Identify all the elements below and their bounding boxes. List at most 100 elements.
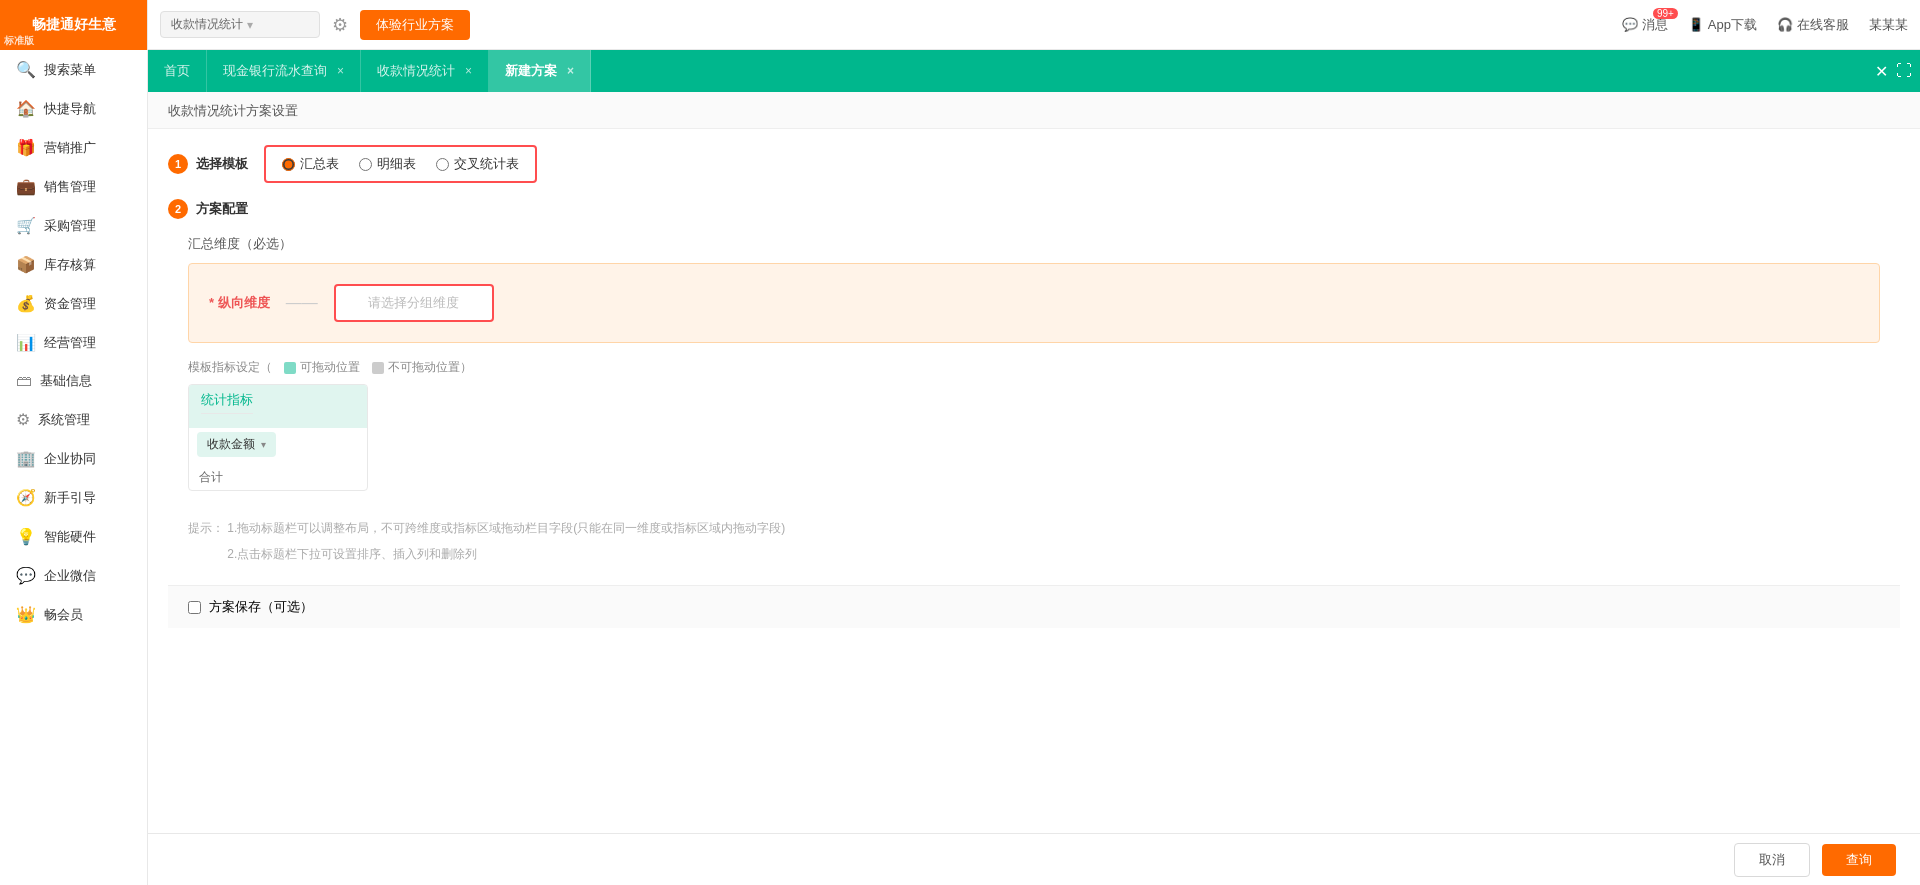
close-tab-icon[interactable]: ✕ [1875,62,1888,81]
step2-row: 2 方案配置 [168,199,1900,219]
tab-receipt-stats[interactable]: 收款情况统计 × [361,50,489,92]
user-name[interactable]: 某某某 [1869,16,1908,34]
logo-text: 畅捷通好生意 [32,16,116,34]
radio-cross-input[interactable] [436,158,449,171]
sidebar-item-label: 采购管理 [44,217,96,235]
radio-detail[interactable]: 明细表 [359,155,416,173]
tab-new-plan-close-icon[interactable]: × [567,64,574,78]
sidebar-item-inventory[interactable]: 📦 库存核算 [0,245,147,284]
sidebar-item-guide[interactable]: 🧭 新手引导 [0,478,147,517]
sidebar-item-label: 搜索菜单 [44,61,96,79]
sidebar-item-marketing[interactable]: 🎁 营销推广 [0,128,147,167]
template-selector: 汇总表 明细表 交叉统计表 [264,145,537,183]
expand-tab-icon[interactable]: ⛶ [1896,62,1912,80]
indicator-settings-label: 模板指标设定（ [188,359,272,376]
config-section: 汇总维度（必选） * 纵向维度 —— 请选择分组维度 模板指标设定（ [168,235,1900,510]
app-download-label: App下载 [1708,16,1757,34]
topbar-right: 💬 消息 99+ 📱 App下载 🎧 在线客服 某某某 [1622,16,1908,34]
sidebar-item-finance[interactable]: 💰 资金管理 [0,284,147,323]
radio-detail-input[interactable] [359,158,372,171]
settings-icon: ⚙ [16,410,30,429]
message-icon: 💬 [1622,17,1638,32]
gift-icon: 🎁 [16,138,36,157]
cancel-button[interactable]: 取消 [1734,843,1810,877]
sidebar-item-label: 系统管理 [38,411,90,429]
version-tag: 标准版 [4,34,34,48]
vertical-dimension-label: * 纵向维度 [209,294,270,312]
page-header: 收款情况统计方案设置 [148,92,1920,129]
radio-summary[interactable]: 汇总表 [282,155,339,173]
industry-button[interactable]: 体验行业方案 [360,10,470,40]
save-checkbox[interactable] [188,601,201,614]
sidebar-logo: 畅捷通好生意 标准版 [0,0,147,50]
tab-new-plan[interactable]: 新建方案 × [489,50,591,92]
sidebar-item-quick-nav[interactable]: 🏠 快捷导航 [0,89,147,128]
movable-indicator: 可拖动位置 [284,359,360,376]
messages-button[interactable]: 💬 消息 99+ [1622,16,1668,34]
radio-group-template: 汇总表 明细表 交叉统计表 [282,155,519,173]
tab-cashflow[interactable]: 现金银行流水查询 × [207,50,361,92]
dimension-select-box[interactable]: 请选择分组维度 [334,284,494,322]
indicators-section: 模板指标设定（ 可拖动位置 不可拖动位置） [188,359,1880,494]
sidebar-item-sales[interactable]: 💼 销售管理 [0,167,147,206]
indicators-header: 模板指标设定（ 可拖动位置 不可拖动位置） [188,359,1880,376]
online-service-button[interactable]: 🎧 在线客服 [1777,16,1849,34]
sidebar-item-label: 销售管理 [44,178,96,196]
cart-icon: 🛒 [16,216,36,235]
page-wrapper: 收款情况统计方案设置 1 选择模板 汇总表 [148,92,1920,885]
not-movable-dot [372,362,384,374]
settings-gear-icon[interactable]: ⚙ [332,14,348,36]
sidebar-item-operation[interactable]: 📊 经营管理 [0,323,147,362]
sidebar-item-wechat[interactable]: 💬 企业微信 [0,556,147,595]
radio-cross[interactable]: 交叉统计表 [436,155,519,173]
main-area: 收款情况统计 ▾ ⚙ 体验行业方案 💬 消息 99+ 📱 App下载 🎧 在线客… [148,0,1920,885]
dimension-area: * 纵向维度 —— 请选择分组维度 [188,263,1880,343]
breadcrumb-text: 收款情况统计 [171,16,243,33]
tab-home-label: 首页 [164,62,190,80]
sidebar-item-label: 快捷导航 [44,100,96,118]
indicator-tags-row: 收款金额 ▾ [189,428,367,465]
radio-summary-label: 汇总表 [300,155,339,173]
indicator-section-title: 统计指标 [201,391,253,414]
topbar-breadcrumb[interactable]: 收款情况统计 ▾ [160,11,320,38]
sidebar-item-enterprise[interactable]: 🏢 企业协同 [0,439,147,478]
hardware-icon: 💡 [16,527,36,546]
box-icon: 📦 [16,255,36,274]
sidebar-item-member[interactable]: 👑 畅会员 [0,595,147,634]
movable-label: 可拖动位置 [300,359,360,376]
sidebar-item-label: 库存核算 [44,256,96,274]
radio-summary-input[interactable] [282,158,295,171]
messages-badge: 99+ [1653,8,1678,19]
movable-dot [284,362,296,374]
tab-cashflow-close-icon[interactable]: × [337,64,344,78]
chevron-down-indicator-icon: ▾ [261,439,266,450]
sidebar-item-system[interactable]: ⚙ 系统管理 [0,400,147,439]
radio-detail-label: 明细表 [377,155,416,173]
tab-home[interactable]: 首页 [148,50,207,92]
step1-section: 1 选择模板 汇总表 明细表 [148,129,1920,644]
sales-icon: 💼 [16,177,36,196]
sidebar-item-purchase[interactable]: 🛒 采购管理 [0,206,147,245]
page-title: 收款情况统计方案设置 [168,103,298,118]
archive-icon: 🗃 [16,372,32,390]
sidebar-item-label: 企业协同 [44,450,96,468]
sidebar-item-label: 营销推广 [44,139,96,157]
indicator-section-header: 统计指标 [189,385,367,428]
sidebar-item-hardware[interactable]: 💡 智能硬件 [0,517,147,556]
query-button[interactable]: 查询 [1822,844,1896,876]
step2-label: 方案配置 [196,200,248,218]
service-icon: 🎧 [1777,17,1793,32]
tabbar-controls: ✕ ⛶ [1875,50,1920,92]
sidebar-item-search[interactable]: 🔍 搜索菜单 [0,50,147,89]
tip-line-2: 2.点击标题栏下拉可设置排序、插入列和删除列 [188,544,1880,566]
tip-line-1: 提示： 1.拖动标题栏可以调整布局，不可跨维度或指标区域拖动栏目字段(只能在同一… [188,518,1880,540]
app-download-button[interactable]: 📱 App下载 [1688,16,1757,34]
step1-row: 1 选择模板 汇总表 明细表 [168,145,1900,183]
step1-label: 选择模板 [196,155,248,173]
sidebar-item-basic[interactable]: 🗃 基础信息 [0,362,147,400]
online-service-label: 在线客服 [1797,16,1849,34]
indicator-tag-payment[interactable]: 收款金额 ▾ [197,432,276,457]
content-area: 收款情况统计方案设置 1 选择模板 汇总表 [148,92,1920,885]
step2-badge: 2 [168,199,188,219]
tab-receipt-close-icon[interactable]: × [465,64,472,78]
